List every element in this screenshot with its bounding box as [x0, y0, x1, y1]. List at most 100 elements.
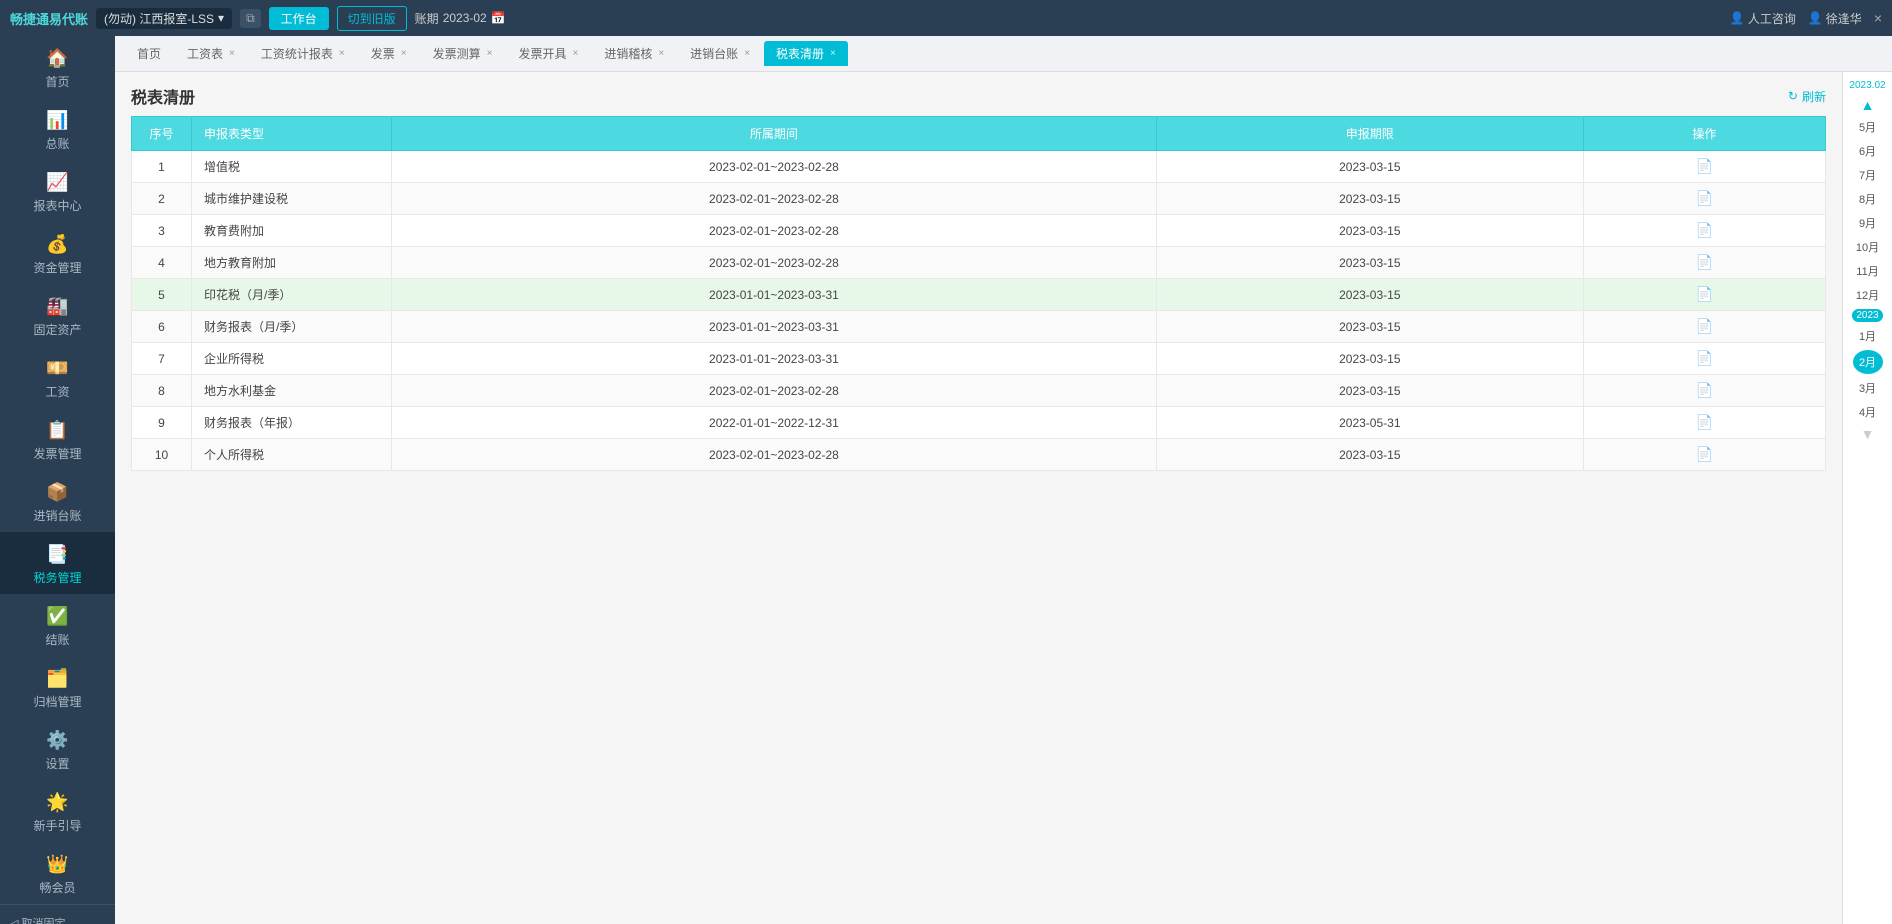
calendar-month-item[interactable]: 5月: [1848, 115, 1888, 139]
action-icon[interactable]: 📄: [1696, 190, 1713, 206]
help-button[interactable]: 👤 人工咨询: [1730, 10, 1796, 27]
tab-home[interactable]: 首页: [125, 41, 173, 66]
row-action[interactable]: 📄: [1583, 311, 1825, 343]
sidebar-item-settings[interactable]: ⚙️ 设置: [0, 718, 115, 780]
sidebar-item-report[interactable]: 📈 报表中心: [0, 160, 115, 222]
calendar-month-item[interactable]: 12月: [1848, 283, 1888, 307]
unpin-label: 取消固定: [21, 915, 65, 924]
row-action[interactable]: 📄: [1583, 279, 1825, 311]
action-icon[interactable]: 📄: [1696, 222, 1713, 238]
row-id: 9: [132, 407, 192, 439]
tab-close-icon[interactable]: ×: [572, 48, 578, 59]
tab-close-icon[interactable]: ×: [830, 48, 836, 59]
sidebar-item-label: 设置: [45, 755, 69, 772]
tab-close-icon[interactable]: ×: [229, 48, 235, 59]
row-action[interactable]: 📄: [1583, 375, 1825, 407]
calendar-month-item[interactable]: 9月: [1848, 211, 1888, 235]
sidebar-item-assets[interactable]: 🏭 固定资产: [0, 284, 115, 346]
user-menu[interactable]: 👤 徐逢华: [1808, 10, 1862, 27]
row-action[interactable]: 📄: [1583, 343, 1825, 375]
calendar-month-item[interactable]: 7月: [1848, 163, 1888, 187]
action-icon[interactable]: 📄: [1696, 446, 1713, 462]
calendar-down-button[interactable]: ▼: [1859, 424, 1877, 444]
tab-invoice-calc[interactable]: 发票测算×: [421, 41, 505, 66]
calendar-month-item[interactable]: 4月: [1853, 400, 1883, 424]
tab-purchase-check[interactable]: 进销稽核×: [592, 41, 676, 66]
tab-close-icon[interactable]: ×: [487, 48, 493, 59]
switch-old-button[interactable]: 切到旧版: [337, 6, 407, 31]
sidebar-item-label: 税务管理: [33, 569, 81, 586]
action-icon[interactable]: 📄: [1696, 414, 1713, 430]
settings-icon: ⚙️: [46, 730, 68, 751]
action-icon[interactable]: 📄: [1696, 254, 1713, 270]
row-action[interactable]: 📄: [1583, 439, 1825, 471]
tab-label: 首页: [137, 45, 161, 62]
calendar-month-item[interactable]: 10月: [1848, 235, 1888, 259]
row-action[interactable]: 📄: [1583, 407, 1825, 439]
tab-invoice[interactable]: 发票×: [359, 41, 419, 66]
tab-salary-stat[interactable]: 工资统计报表×: [249, 41, 357, 66]
sidebar-item-label: 发票管理: [33, 445, 81, 462]
row-id: 1: [132, 151, 192, 183]
workspace-button[interactable]: 工作台: [269, 7, 329, 30]
sidebar-item-member[interactable]: 👑 畅会员: [0, 842, 115, 904]
action-icon[interactable]: 📄: [1696, 286, 1713, 302]
sidebar-item-invoice[interactable]: 📋 发票管理: [0, 408, 115, 470]
unpin-button[interactable]: ◁ 取消固定: [0, 904, 115, 924]
row-deadline: 2023-03-15: [1156, 311, 1583, 343]
period-label: 账期: [415, 10, 439, 27]
sidebar-item-guide[interactable]: 🌟 新手引导: [0, 780, 115, 842]
row-action[interactable]: 📄: [1583, 183, 1825, 215]
content-area: 首页工资表×工资统计报表×发票×发票测算×发票开具×进销稽核×进销台账×税表清册…: [115, 36, 1892, 924]
refresh-button[interactable]: ↻ 刷新: [1788, 88, 1826, 105]
assets-icon: 🏭: [46, 296, 68, 317]
company-selector[interactable]: (勿动) 江西报室-LSS ▾: [96, 8, 232, 29]
calendar-month-item[interactable]: 1月: [1853, 324, 1883, 348]
calendar-up-button[interactable]: ▲: [1859, 95, 1877, 115]
sidebar-item-label: 新手引导: [33, 817, 81, 834]
tab-close-icon[interactable]: ×: [744, 48, 750, 59]
copy-icon-btn[interactable]: ⧉: [240, 9, 261, 28]
table-row: 10 个人所得税 2023-02-01~2023-02-28 2023-03-1…: [132, 439, 1826, 471]
tab-close-icon[interactable]: ×: [401, 48, 407, 59]
row-action[interactable]: 📄: [1583, 247, 1825, 279]
tab-close-icon[interactable]: ×: [658, 48, 664, 59]
action-icon[interactable]: 📄: [1696, 382, 1713, 398]
action-icon[interactable]: 📄: [1696, 158, 1713, 174]
sidebar-item-label: 总账: [45, 135, 69, 152]
calendar-header: 2023.02: [1847, 76, 1887, 95]
calendar-month-item[interactable]: 6月: [1848, 139, 1888, 163]
tab-invoice-open[interactable]: 发票开具×: [506, 41, 590, 66]
calendar-month-item[interactable]: 11月: [1848, 259, 1888, 283]
sidebar-item-label: 固定资产: [33, 321, 81, 338]
calendar-month-item[interactable]: 3月: [1853, 376, 1883, 400]
sidebar-item-tax[interactable]: 📑 税务管理: [0, 532, 115, 594]
row-period: 2023-01-01~2023-03-31: [392, 279, 1157, 311]
row-action[interactable]: 📄: [1583, 215, 1825, 247]
row-period: 2023-02-01~2023-02-28: [392, 247, 1157, 279]
action-icon[interactable]: 📄: [1696, 350, 1713, 366]
row-period: 2023-01-01~2023-03-31: [392, 343, 1157, 375]
close-icon[interactable]: ×: [1874, 10, 1882, 26]
tab-salary[interactable]: 工资表×: [175, 41, 247, 66]
sidebar: 🏠 首页 📊 总账 📈 报表中心 💰 资金管理 🏭 固定资产 💴 工资 📋 发票…: [0, 36, 115, 924]
tab-tax-clear[interactable]: 税表清册×: [764, 41, 848, 66]
right-calendar-sidebar: 2023.02 ▲ 5月6月7月8月9月10月11月12月 2023 1月2月3…: [1842, 72, 1892, 924]
table-column-header: 操作: [1583, 117, 1825, 151]
sidebar-item-settle[interactable]: ✅ 结账: [0, 594, 115, 656]
sidebar-item-fund[interactable]: 💰 资金管理: [0, 222, 115, 284]
member-icon: 👑: [46, 854, 68, 875]
help-label: 人工咨询: [1748, 10, 1796, 27]
sidebar-item-home[interactable]: 🏠 首页: [0, 36, 115, 98]
sidebar-item-ledger[interactable]: 📊 总账: [0, 98, 115, 160]
tab-close-icon[interactable]: ×: [339, 48, 345, 59]
sidebar-item-archive[interactable]: 🗂️ 归档管理: [0, 656, 115, 718]
calendar-month-item[interactable]: 8月: [1848, 187, 1888, 211]
table-row: 8 地方水利基金 2023-02-01~2023-02-28 2023-03-1…: [132, 375, 1826, 407]
tab-purchase-ledger[interactable]: 进销台账×: [678, 41, 762, 66]
sidebar-item-purchase[interactable]: 📦 进销台账: [0, 470, 115, 532]
sidebar-item-salary[interactable]: 💴 工资: [0, 346, 115, 408]
row-action[interactable]: 📄: [1583, 151, 1825, 183]
calendar-month-item[interactable]: 2月: [1853, 350, 1883, 374]
action-icon[interactable]: 📄: [1696, 318, 1713, 334]
